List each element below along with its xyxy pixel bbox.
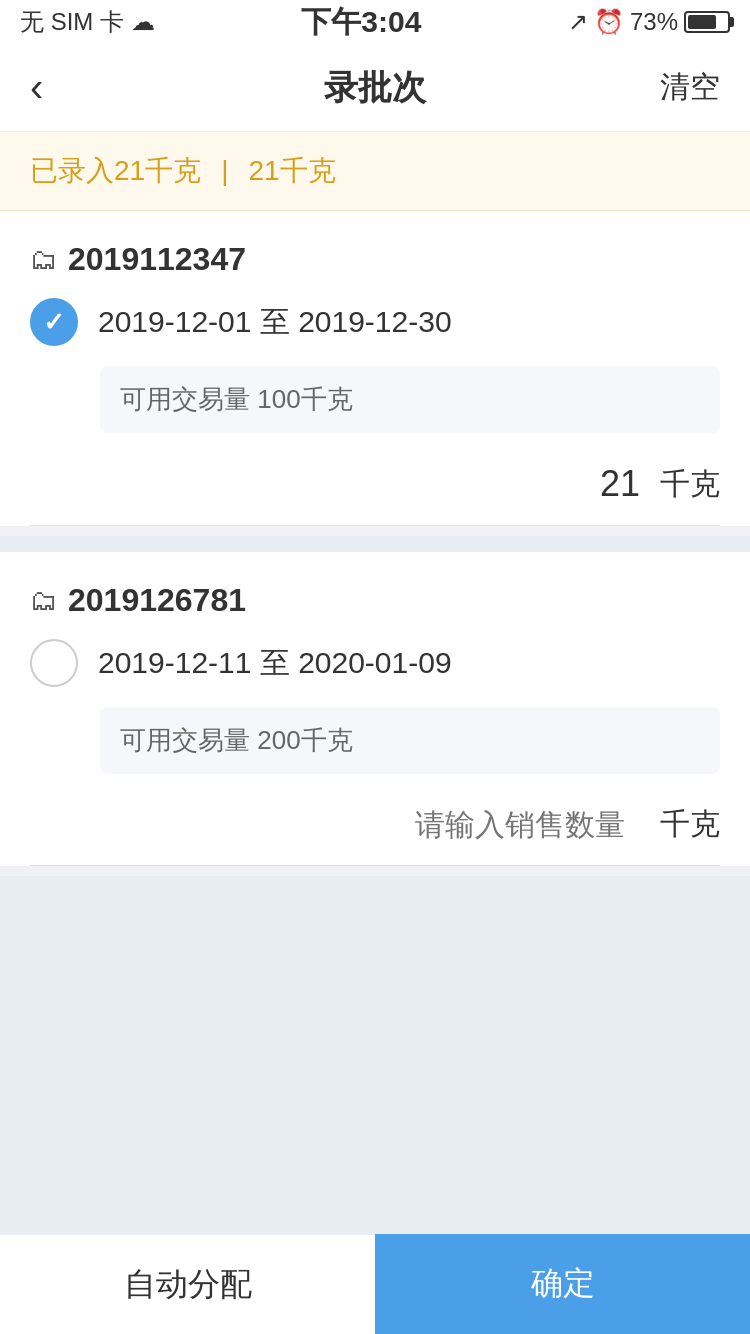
available-qty-2: 可用交易量 200千克 (100, 707, 720, 774)
qty-unit-1: 千克 (660, 464, 720, 505)
back-button[interactable]: ‹ (30, 65, 90, 110)
batch-card-1: 🗂 2019112347 2019-12-01 至 2019-12-30 可用交… (0, 211, 750, 526)
clear-button[interactable]: 清空 (660, 67, 720, 108)
divider-line-2 (30, 865, 720, 866)
doc-icon-1: 🗂 (30, 243, 58, 276)
qty-value-1: 21 (600, 463, 640, 505)
doc-icon-2: 🗂 (30, 584, 58, 617)
info-banner: 已录入21千克 | 21千克 (0, 132, 750, 211)
section-divider (0, 536, 750, 552)
location-icon: ↗ (568, 8, 588, 36)
radio-unchecked-2[interactable] (30, 639, 78, 687)
batch-id-1: 2019112347 (68, 241, 246, 278)
batch-header-2: 🗂 2019126781 (0, 552, 750, 629)
info-divider: | (221, 155, 228, 187)
batch-row-1[interactable]: 2019-12-01 至 2019-12-30 (0, 288, 750, 356)
qty-row-1: 21 千克 (0, 443, 750, 515)
page-title: 录批次 (324, 65, 426, 111)
empty-area (0, 876, 750, 1276)
status-right: ↗ ⏰ 73% (568, 8, 730, 36)
qty-input-2[interactable] (340, 808, 640, 842)
batch-date-2: 2019-12-11 至 2020-01-09 (98, 643, 452, 684)
battery-icon (684, 11, 730, 33)
bottom-bar: 自动分配 确定 (0, 1234, 750, 1334)
divider-line-1 (30, 525, 720, 526)
batch-card-2: 🗂 2019126781 2019-12-11 至 2020-01-09 可用交… (0, 552, 750, 866)
status-left: 无 SIM 卡 ☁ (20, 6, 155, 38)
alarm-icon: ⏰ (594, 8, 624, 36)
recorded-amount: 已录入21千克 (30, 152, 201, 190)
total-amount: 21千克 (248, 152, 335, 190)
confirm-button[interactable]: 确定 (375, 1234, 750, 1334)
qty-unit-2: 千克 (660, 804, 720, 845)
available-qty-1: 可用交易量 100千克 (100, 366, 720, 433)
radio-checked-1[interactable] (30, 298, 78, 346)
batch-row-2[interactable]: 2019-12-11 至 2020-01-09 (0, 629, 750, 697)
batch-date-1: 2019-12-01 至 2019-12-30 (98, 302, 452, 343)
battery-percent: 73% (630, 8, 678, 36)
status-bar: 无 SIM 卡 ☁ 下午3:04 ↗ ⏰ 73% (0, 0, 750, 44)
auto-distribute-button[interactable]: 自动分配 (0, 1234, 375, 1334)
batch-id-2: 2019126781 (68, 582, 246, 619)
status-time: 下午3:04 (301, 2, 421, 43)
qty-row-2[interactable]: 千克 (0, 784, 750, 855)
no-sim-text: 无 SIM 卡 ☁ (20, 6, 155, 38)
batch-header-1: 🗂 2019112347 (0, 211, 750, 288)
nav-bar: ‹ 录批次 清空 (0, 44, 750, 132)
